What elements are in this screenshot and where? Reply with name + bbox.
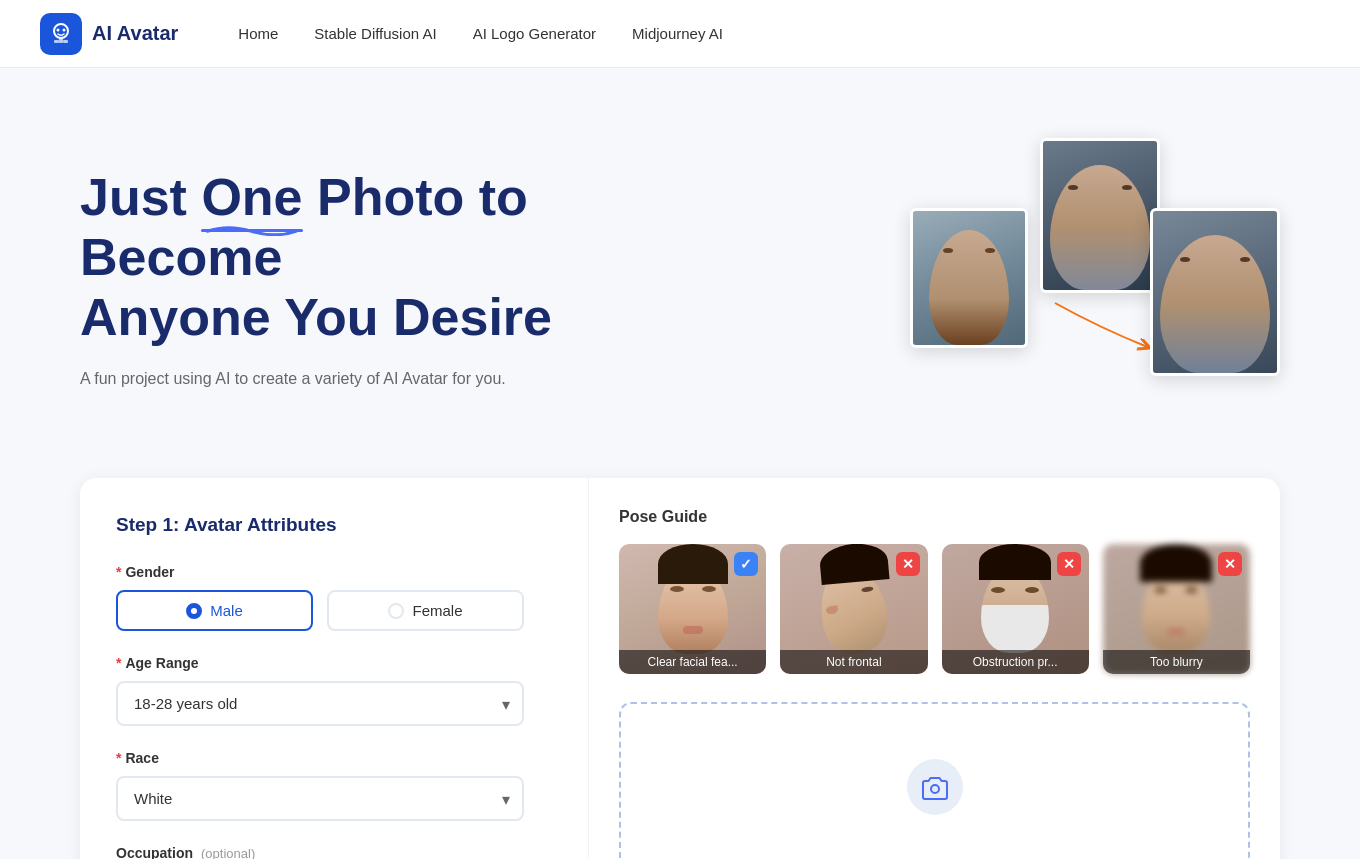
occupation-field-group: Occupation (optional) × ▲ ▼	[116, 845, 524, 859]
step-title: Step 1: Avatar Attributes	[116, 514, 524, 536]
navbar: AI Avatar Home Stable Diffusion AI AI Lo…	[0, 0, 1360, 68]
race-select[interactable]: White Asian Black Hispanic Other	[116, 776, 524, 821]
pose-label-clear: Clear facial fea...	[619, 650, 766, 674]
age-field-group: * Age Range 18-28 years old 29-40 years …	[116, 655, 524, 726]
pose-item-blurry: ✕ Too blurry	[1103, 544, 1250, 674]
avatar-attributes-form: Step 1: Avatar Attributes * Gender Male …	[80, 478, 560, 859]
upload-area[interactable]	[619, 702, 1250, 859]
svg-point-1	[57, 28, 60, 31]
pose-label-not-frontal: Not frontal	[780, 650, 927, 674]
hero-image-group	[900, 128, 1280, 428]
gender-label: * Gender	[116, 564, 524, 580]
gender-female-radio-dot	[388, 603, 404, 619]
gender-required-star: *	[116, 564, 121, 580]
race-required-star: *	[116, 750, 121, 766]
pose-badge-clear: ✓	[734, 552, 758, 576]
pose-guide-panel: Pose Guide	[588, 478, 1280, 859]
hero-headline: Just One Photo to Become Anyone You Desi…	[80, 168, 680, 347]
age-required-star: *	[116, 655, 121, 671]
underline-one: One	[201, 168, 302, 228]
gender-male-radio-dot	[186, 603, 202, 619]
nav-links: Home Stable Diffusion AI AI Logo Generat…	[238, 25, 723, 43]
logo-icon	[40, 13, 82, 55]
race-label: * Race	[116, 750, 524, 766]
gender-radio-group: Male Female	[116, 590, 524, 631]
hero-subtext: A fun project using AI to create a varie…	[80, 370, 540, 388]
age-select-wrapper: 18-28 years old 29-40 years old 41-55 ye…	[116, 681, 524, 726]
brand-name: AI Avatar	[92, 22, 178, 45]
race-field-group: * Race White Asian Black Hispanic Other …	[116, 750, 524, 821]
nav-logo-generator[interactable]: AI Logo Generator	[473, 25, 596, 42]
pose-label-blurry: Too blurry	[1103, 650, 1250, 674]
pose-badge-obstruction: ✕	[1057, 552, 1081, 576]
pose-item-clear: ✓ Clear facial fea...	[619, 544, 766, 674]
gender-male-option[interactable]: Male	[116, 590, 313, 631]
svg-rect-6	[907, 759, 963, 815]
hero-line2: Anyone You Desire	[80, 288, 552, 346]
nav-stable-diffusion[interactable]: Stable Diffusion AI	[314, 25, 436, 42]
pose-guide-title: Pose Guide	[619, 508, 1250, 526]
nav-midjourney[interactable]: Midjourney AI	[632, 25, 723, 42]
pose-label-obstruction: Obstruction pr...	[942, 650, 1089, 674]
hero-output-photo-1	[1040, 138, 1160, 293]
hero-input-photo	[910, 208, 1028, 348]
race-select-wrapper: White Asian Black Hispanic Other ▾	[116, 776, 524, 821]
main-content: Step 1: Avatar Attributes * Gender Male …	[40, 478, 1320, 859]
pose-badge-not-frontal: ✕	[896, 552, 920, 576]
hero-section: Just One Photo to Become Anyone You Desi…	[0, 68, 1360, 478]
pose-item-obstruction: ✕ Obstruction pr...	[942, 544, 1089, 674]
occupation-label: Occupation (optional)	[116, 845, 524, 859]
svg-point-2	[63, 28, 66, 31]
camera-icon	[907, 759, 963, 826]
nav-home[interactable]: Home	[238, 25, 278, 42]
age-select[interactable]: 18-28 years old 29-40 years old 41-55 ye…	[116, 681, 524, 726]
gender-female-option[interactable]: Female	[327, 590, 524, 631]
logo-link[interactable]: AI Avatar	[40, 13, 178, 55]
pose-item-not-frontal: ✕ Not frontal	[780, 544, 927, 674]
svg-rect-3	[59, 38, 63, 43]
pose-badge-blurry: ✕	[1218, 552, 1242, 576]
svg-rect-4	[54, 40, 59, 43]
hero-line1: Just One Photo to Become	[80, 168, 528, 286]
form-panel: Step 1: Avatar Attributes * Gender Male …	[80, 478, 1280, 859]
age-label: * Age Range	[116, 655, 524, 671]
svg-rect-5	[63, 40, 68, 43]
hero-output-photo-2	[1150, 208, 1280, 376]
hero-text: Just One Photo to Become Anyone You Desi…	[80, 168, 680, 387]
pose-grid: ✓ Clear facial fea...	[619, 544, 1250, 674]
gender-field-group: * Gender Male Female	[116, 564, 524, 631]
